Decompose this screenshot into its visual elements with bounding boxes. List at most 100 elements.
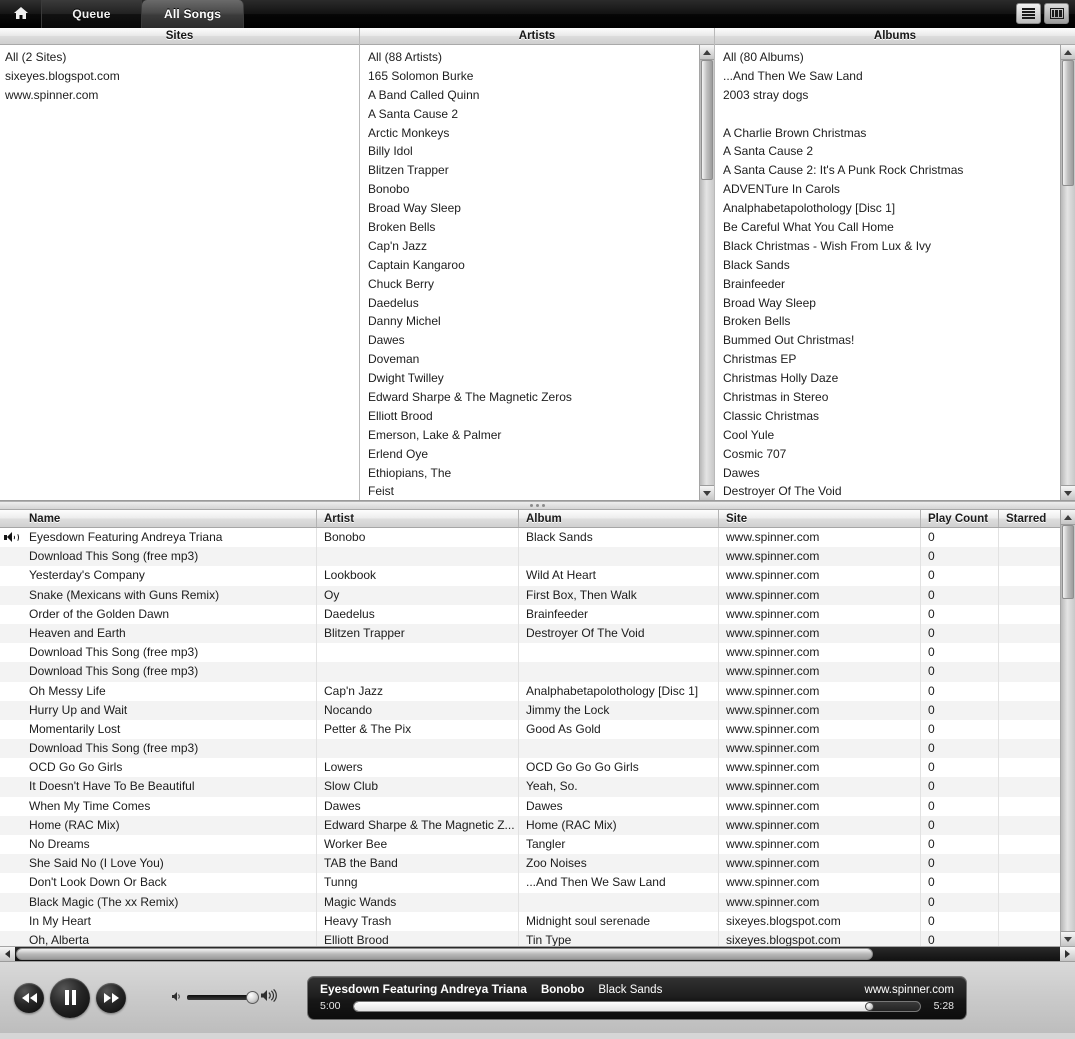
table-row[interactable]: No Dreams Worker Bee Tangler www.spinner.co… <box>0 835 1060 855</box>
artist-item[interactable]: Bonobo <box>360 180 699 199</box>
table-row[interactable]: Hurry Up and Wait Nocando Jimmy the Lock ww… <box>0 700 1060 720</box>
album-item[interactable]: ...And Then We Saw Land <box>715 67 1060 86</box>
table-row[interactable]: OCD Go Go Girls Lowers OCD Go Go Go Girls w… <box>0 758 1060 778</box>
volume-slider[interactable] <box>187 991 259 1004</box>
column-header-status[interactable] <box>0 510 22 527</box>
table-row[interactable]: In My Heart Heavy Trash Midnight soul sere… <box>0 911 1060 931</box>
album-item[interactable]: Analphabetapolothology [Disc 1] <box>715 199 1060 218</box>
tab-all-songs[interactable]: All Songs <box>142 0 245 28</box>
artist-item[interactable]: Emerson, Lake & Palmer <box>360 426 699 445</box>
artist-item[interactable]: A Santa Cause 2 <box>360 105 699 124</box>
artist-item[interactable]: Arctic Monkeys <box>360 124 699 143</box>
table-row[interactable]: Snake (Mexicans with Guns Remix) Oy First … <box>0 585 1060 605</box>
rewind-icon[interactable] <box>14 982 44 1013</box>
column-header-artist[interactable]: Artist <box>317 510 519 527</box>
column-header-album[interactable]: Album <box>519 510 719 527</box>
songs-hscroll-thumb[interactable] <box>16 948 873 960</box>
album-item[interactable]: Destroyer Of The Void <box>715 482 1060 500</box>
table-row[interactable]: Yesterday's Company Lookbook Wild At Heart… <box>0 566 1060 586</box>
songs-hscroll-track[interactable] <box>15 947 1060 961</box>
table-row[interactable]: Download This Song (free mp3) www.spinner… <box>0 643 1060 663</box>
artist-item[interactable]: Edward Sharpe & The Magnetic Zeros <box>360 388 699 407</box>
artist-item[interactable]: Danny Michel <box>360 312 699 331</box>
songs-horizontal-scrollbar[interactable] <box>0 946 1075 961</box>
artist-item[interactable]: Chuck Berry <box>360 275 699 294</box>
column-header-play-count[interactable]: Play Count <box>921 510 999 527</box>
artist-item[interactable]: Ethiopians, The <box>360 464 699 483</box>
album-item[interactable]: Christmas Holly Daze <box>715 369 1060 388</box>
album-item[interactable]: All (80 Albums) <box>715 48 1060 67</box>
table-row[interactable]: Black Magic (The xx Remix) Magic Wands www… <box>0 892 1060 912</box>
artist-item[interactable]: Erlend Oye <box>360 445 699 464</box>
songs-scroll-down-icon[interactable] <box>1061 931 1075 946</box>
artist-item[interactable]: Billy Idol <box>360 142 699 161</box>
artist-item[interactable]: Daedelus <box>360 294 699 313</box>
artist-item[interactable]: Elliott Brood <box>360 407 699 426</box>
artists-scroll-track[interactable] <box>700 60 714 485</box>
table-row[interactable]: Download This Song (free mp3) www.spinner… <box>0 547 1060 567</box>
volume-slider-knob[interactable] <box>246 991 259 1004</box>
artist-item[interactable]: Doveman <box>360 350 699 369</box>
songs-table-body[interactable]: Eyesdown Featuring Andreya Triana Bonobo B… <box>0 528 1060 946</box>
album-item[interactable]: Be Careful What You Call Home <box>715 218 1060 237</box>
album-item[interactable]: Bummed Out Christmas! <box>715 331 1060 350</box>
songs-scroll-track[interactable] <box>1061 525 1075 931</box>
albums-scrollbar[interactable] <box>1060 45 1075 500</box>
album-item[interactable]: Dawes <box>715 464 1060 483</box>
fast-forward-icon[interactable] <box>96 982 126 1013</box>
album-item[interactable]: Cool Yule <box>715 426 1060 445</box>
songs-scrollbar[interactable] <box>1060 510 1075 946</box>
table-row[interactable]: Order of the Golden Dawn Daedelus Brainfee… <box>0 604 1060 624</box>
songs-scroll-left-icon[interactable] <box>0 947 15 961</box>
artist-item[interactable]: Feist <box>360 482 699 500</box>
artist-item[interactable]: Dwight Twilley <box>360 369 699 388</box>
album-item[interactable]: A Santa Cause 2: It's A Punk Rock Christ… <box>715 161 1060 180</box>
table-row[interactable]: She Said No (I Love You) TAB the Band Zoo … <box>0 854 1060 874</box>
albums-scroll-down-icon[interactable] <box>1061 485 1075 500</box>
artist-item[interactable]: Captain Kangaroo <box>360 256 699 275</box>
table-row[interactable]: Download This Song (free mp3) www.spinner… <box>0 739 1060 759</box>
tab-home[interactable] <box>0 0 42 28</box>
column-header-site[interactable]: Site <box>719 510 921 527</box>
site-item[interactable]: sixeyes.blogspot.com <box>0 67 359 86</box>
table-row[interactable]: When My Time Comes Dawes Dawes www.spinner.… <box>0 796 1060 816</box>
site-item[interactable]: All (2 Sites) <box>0 48 359 67</box>
album-item[interactable] <box>715 105 1060 124</box>
table-row[interactable]: Heaven and Earth Blitzen Trapper Destroyer… <box>0 623 1060 644</box>
artist-item[interactable]: A Band Called Quinn <box>360 86 699 105</box>
artists-scroll-thumb[interactable] <box>701 60 713 180</box>
artists-scroll-up-icon[interactable] <box>700 45 714 60</box>
site-item[interactable]: www.spinner.com <box>0 86 359 105</box>
album-item[interactable]: Christmas in Stereo <box>715 388 1060 407</box>
artists-scrollbar[interactable] <box>699 45 714 500</box>
artist-item[interactable]: Broad Way Sleep <box>360 199 699 218</box>
albums-scroll-thumb[interactable] <box>1062 60 1074 186</box>
artist-item[interactable]: All (88 Artists) <box>360 48 699 67</box>
album-item[interactable]: A Charlie Brown Christmas <box>715 124 1060 143</box>
table-row[interactable]: Oh, Alberta Elliott Brood Tin Type sixeyes.… <box>0 930 1060 946</box>
album-item[interactable]: Broken Bells <box>715 312 1060 331</box>
artist-item[interactable]: Dawes <box>360 331 699 350</box>
table-row[interactable]: Download This Song (free mp3) www.spinner… <box>0 662 1060 682</box>
artist-item[interactable]: Blitzen Trapper <box>360 161 699 180</box>
albums-list[interactable]: All (80 Albums) ...And Then We Saw Land 20… <box>715 45 1060 500</box>
albums-scroll-track[interactable] <box>1061 60 1075 485</box>
table-row[interactable]: It Doesn't Have To Be Beautiful Slow Club… <box>0 777 1060 797</box>
table-row[interactable]: Momentarily Lost Petter & The Pix Good As … <box>0 719 1060 740</box>
artist-item[interactable]: 165 Solomon Burke <box>360 67 699 86</box>
songs-scroll-right-icon[interactable] <box>1060 947 1075 961</box>
tab-queue[interactable]: Queue <box>42 0 142 28</box>
album-item[interactable]: Broad Way Sleep <box>715 294 1060 313</box>
sites-list[interactable]: All (2 Sites) sixeyes.blogspot.com www.spi… <box>0 45 359 500</box>
songs-scroll-up-icon[interactable] <box>1061 510 1075 525</box>
album-item[interactable]: Black Christmas - Wish From Lux & Ivy <box>715 237 1060 256</box>
album-item[interactable]: Black Sands <box>715 256 1060 275</box>
album-item[interactable]: A Santa Cause 2 <box>715 142 1060 161</box>
pause-icon[interactable] <box>50 977 90 1018</box>
songs-scroll-thumb[interactable] <box>1062 525 1074 599</box>
column-view-icon[interactable] <box>1044 3 1069 24</box>
list-view-icon[interactable] <box>1016 3 1041 24</box>
column-header-name[interactable]: Name <box>22 510 317 527</box>
table-row[interactable]: Oh Messy Life Cap'n Jazz Analphabetapoloth… <box>0 681 1060 701</box>
albums-scroll-up-icon[interactable] <box>1061 45 1075 60</box>
